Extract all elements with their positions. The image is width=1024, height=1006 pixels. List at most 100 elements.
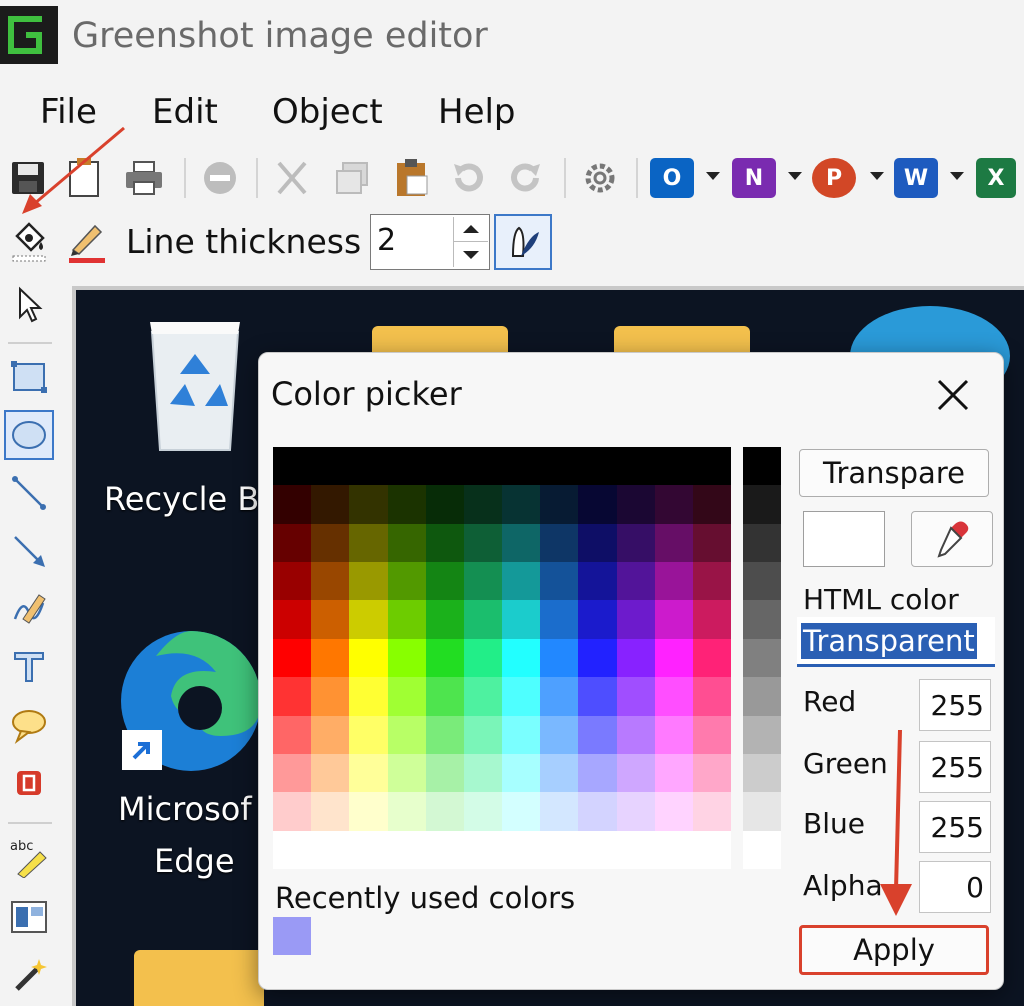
palette-swatch[interactable] [692, 562, 732, 601]
palette-swatch[interactable] [654, 485, 694, 525]
palette-swatch[interactable] [311, 830, 350, 870]
settings-gear-icon[interactable] [578, 154, 622, 202]
palette-swatch[interactable] [273, 447, 312, 486]
palette-swatch[interactable] [616, 523, 656, 563]
palette-swatch[interactable] [311, 523, 350, 563]
palette-swatch[interactable] [692, 485, 732, 525]
outlook-dropdown-icon[interactable] [706, 172, 720, 180]
palette-swatch[interactable] [540, 792, 579, 832]
palette-swatch[interactable] [616, 753, 656, 793]
palette-swatch[interactable] [463, 562, 503, 601]
palette-swatch[interactable] [387, 830, 427, 870]
print-icon[interactable] [122, 154, 166, 202]
palette-swatch[interactable] [540, 715, 579, 755]
line-color-icon[interactable] [64, 214, 110, 266]
palette-swatch[interactable] [616, 447, 656, 486]
cut-icon[interactable] [270, 154, 314, 202]
transparent-button[interactable]: Transpare [799, 449, 989, 497]
palette-swatch[interactable] [540, 677, 579, 717]
palette-swatch[interactable] [387, 753, 427, 793]
palette-swatch[interactable] [540, 562, 579, 601]
grayscale-swatch[interactable] [743, 638, 781, 678]
rectangle-tool-icon[interactable] [4, 352, 54, 402]
palette-swatch[interactable] [578, 485, 617, 525]
palette-swatch[interactable] [273, 830, 312, 870]
undo-icon[interactable] [446, 154, 490, 202]
palette-swatch[interactable] [654, 447, 694, 486]
grayscale-swatch[interactable] [743, 485, 781, 525]
palette-swatch[interactable] [349, 830, 388, 870]
line-tool-icon[interactable] [4, 468, 54, 518]
palette-swatch[interactable] [387, 677, 427, 717]
grayscale-swatch[interactable] [743, 677, 781, 717]
palette-swatch[interactable] [654, 792, 694, 832]
counter-tool-icon[interactable] [4, 758, 54, 808]
palette-swatch[interactable] [654, 523, 694, 563]
palette-swatch[interactable] [425, 562, 465, 601]
palette-swatch[interactable] [540, 447, 579, 486]
palette-swatch[interactable] [387, 638, 427, 678]
copy-to-clipboard-icon[interactable] [62, 154, 106, 202]
palette-swatch[interactable] [692, 638, 732, 678]
palette-swatch[interactable] [502, 677, 541, 717]
palette-swatch[interactable] [387, 485, 427, 525]
palette-swatch[interactable] [654, 562, 694, 601]
palette-swatch[interactable] [463, 792, 503, 832]
line-thickness-value[interactable]: 2 [377, 223, 396, 258]
blue-input[interactable]: 255 [919, 801, 991, 853]
palette-swatch[interactable] [463, 638, 503, 678]
redo-icon[interactable] [504, 154, 548, 202]
palette-swatch[interactable] [540, 830, 579, 870]
palette-swatch[interactable] [578, 830, 617, 870]
palette-swatch[interactable] [273, 792, 312, 832]
palette-swatch[interactable] [349, 485, 388, 525]
palette-swatch[interactable] [540, 753, 579, 793]
arrow-tool-icon[interactable] [4, 526, 54, 576]
palette-swatch[interactable] [311, 753, 350, 793]
palette-swatch[interactable] [425, 447, 465, 486]
palette-swatch[interactable] [349, 562, 388, 601]
grayscale-swatch[interactable] [743, 562, 781, 601]
palette-swatch[interactable] [616, 638, 656, 678]
palette-swatch[interactable] [616, 485, 656, 525]
palette-swatch[interactable] [425, 715, 465, 755]
palette-swatch[interactable] [349, 677, 388, 717]
palette-swatch[interactable] [273, 638, 312, 678]
palette-swatch[interactable] [578, 677, 617, 717]
excel-icon[interactable]: X [976, 158, 1016, 198]
palette-swatch[interactable] [387, 562, 427, 601]
palette-swatch[interactable] [311, 562, 350, 601]
copy-icon[interactable] [330, 154, 374, 202]
palette-swatch[interactable] [425, 485, 465, 525]
word-icon[interactable]: W [894, 158, 938, 198]
palette-swatch[interactable] [502, 523, 541, 563]
alpha-input[interactable]: 0 [919, 861, 991, 913]
powerpoint-icon[interactable]: P [812, 158, 856, 198]
stepper-down-icon[interactable] [454, 242, 488, 267]
palette-swatch[interactable] [463, 715, 503, 755]
color-palette-grid[interactable] [273, 447, 732, 870]
palette-swatch[interactable] [387, 600, 427, 640]
palette-swatch[interactable] [540, 485, 579, 525]
powerpoint-dropdown-icon[interactable] [870, 172, 884, 180]
palette-swatch[interactable] [425, 792, 465, 832]
palette-swatch[interactable] [463, 830, 503, 870]
palette-swatch[interactable] [654, 715, 694, 755]
palette-swatch[interactable] [425, 830, 465, 870]
palette-swatch[interactable] [578, 523, 617, 563]
magic-wand-icon[interactable] [4, 950, 54, 1000]
palette-swatch[interactable] [311, 792, 350, 832]
html-color-input[interactable]: Transparent [797, 617, 995, 667]
palette-swatch[interactable] [654, 638, 694, 678]
paste-icon[interactable] [390, 154, 434, 202]
menu-object[interactable]: Object [272, 92, 383, 132]
palette-swatch[interactable] [311, 677, 350, 717]
outlook-icon[interactable]: O [650, 158, 694, 198]
speech-bubble-tool-icon[interactable] [4, 700, 54, 750]
palette-swatch[interactable] [692, 830, 732, 870]
palette-swatch[interactable] [502, 638, 541, 678]
palette-swatch[interactable] [425, 753, 465, 793]
palette-swatch[interactable] [349, 792, 388, 832]
palette-swatch[interactable] [540, 600, 579, 640]
palette-swatch[interactable] [463, 485, 503, 525]
